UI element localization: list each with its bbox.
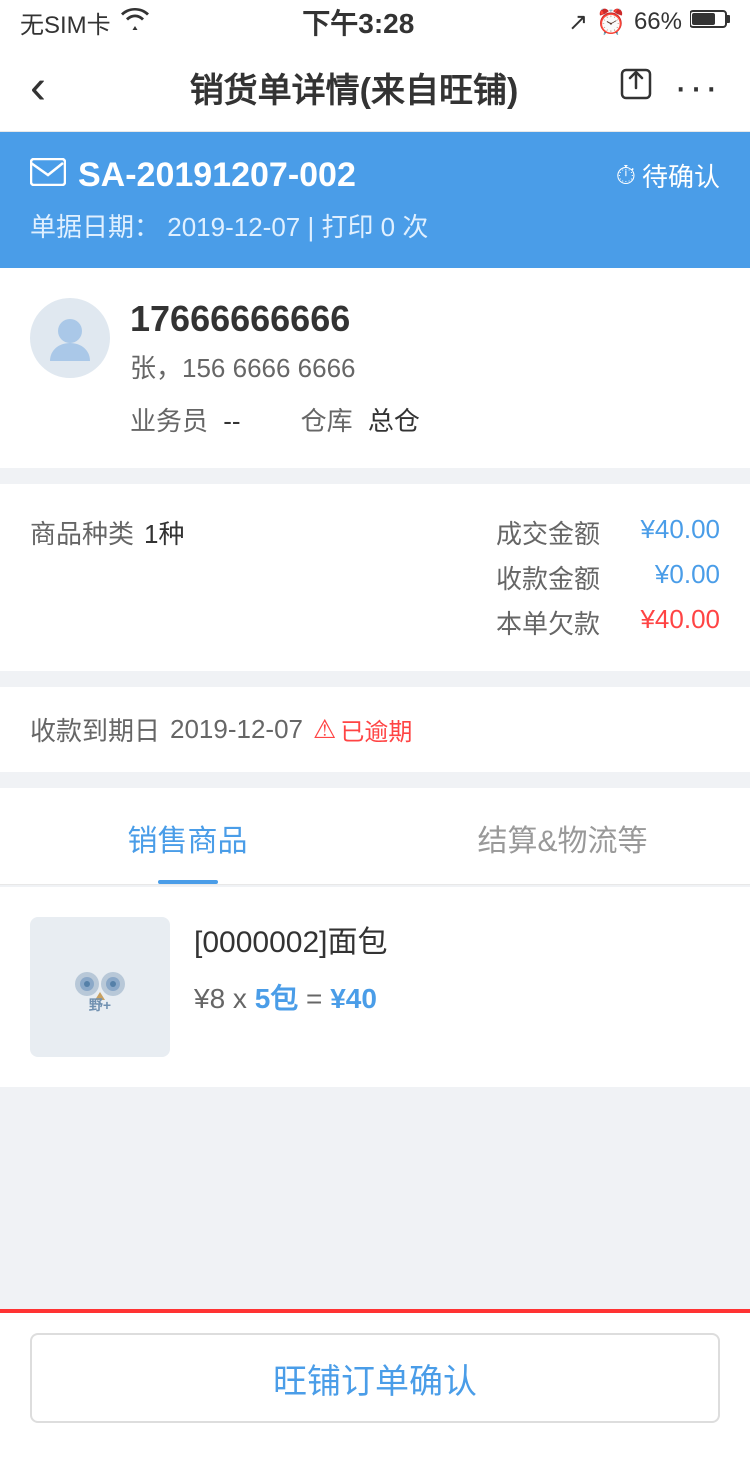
customer-name: 张，156 6666 6666 [130, 348, 720, 385]
customer-meta: 业务员 -- 仓库 总仓 [130, 401, 720, 438]
transaction-amount-row: 成交金额 ¥40.00 [496, 514, 720, 551]
confirm-order-button[interactable]: 旺铺订单确认 [30, 1333, 720, 1423]
due-date-value: 2019-12-07 [170, 714, 303, 745]
status-bar-left: 无SIM卡 [20, 5, 149, 40]
product-item: 野+ [0000002]面包 ¥8 x 5包 = ¥40 [30, 917, 720, 1057]
order-banner: SA-20191207-002 ⏱ 待确认 单据日期： 2019-12-07 |… [0, 132, 750, 268]
summary-section: 商品种类 1种 成交金额 ¥40.00 收款金额 ¥0.00 本单欠款 ¥40.… [0, 484, 750, 671]
alarm-icon: ⏰ [596, 8, 626, 37]
status-bar-time: 下午3:28 [302, 2, 414, 42]
transaction-value: ¥40.00 [620, 514, 720, 551]
warehouse-meta: 仓库 总仓 [301, 401, 420, 438]
equal-sign: = [298, 983, 330, 1014]
product-thumbnail: 野+ [30, 917, 170, 1057]
order-status: ⏱ 待确认 [616, 157, 720, 194]
sales-value: -- [223, 406, 240, 436]
date-label: 单据日期： [30, 212, 160, 242]
overdue-text: 已逾期 [340, 712, 412, 747]
payment-label: 收款金额 [496, 559, 600, 596]
back-button[interactable]: ‹ [30, 60, 90, 115]
wifi-icon [121, 8, 149, 37]
customer-section: 17666666666 张，156 6666 6666 业务员 -- 仓库 总仓 [0, 268, 750, 468]
quantity-value: 5包 [255, 983, 299, 1014]
price-total: ¥40 [330, 983, 377, 1014]
status-bar: 无SIM卡 下午3:28 ↗ ⏰ 66% [0, 0, 750, 44]
product-info: [0000002]面包 ¥8 x 5包 = ¥40 [194, 917, 720, 1017]
customer-phone: 17666666666 [130, 298, 720, 340]
clock-icon: ⏱ [616, 160, 636, 192]
sales-meta: 业务员 -- [130, 401, 241, 438]
tab-products-label: 销售商品 [128, 825, 248, 858]
amounts-section: 成交金额 ¥40.00 收款金额 ¥0.00 本单欠款 ¥40.00 [496, 514, 720, 641]
battery-text: 66% [634, 8, 682, 36]
payment-amount-row: 收款金额 ¥0.00 [496, 559, 720, 596]
warning-icon: ⚠ [313, 714, 336, 745]
category-info: 商品种类 1种 [30, 514, 184, 551]
debt-label: 本单欠款 [496, 604, 600, 641]
bottom-spacer [0, 1089, 750, 1309]
due-date-section: 收款到期日 2019-12-07 ⚠ 已逾期 [0, 687, 750, 772]
payment-value: ¥0.00 [620, 559, 720, 596]
order-id-text: SA-20191207-002 [78, 156, 356, 195]
customer-row: 17666666666 张，156 6666 6666 业务员 -- 仓库 总仓 [30, 298, 720, 438]
battery-icon [690, 8, 730, 36]
mail-icon [30, 156, 66, 195]
product-name: [0000002]面包 [194, 917, 720, 961]
tab-products[interactable]: 销售商品 [0, 788, 375, 884]
status-text: 待确认 [642, 157, 720, 194]
more-button[interactable]: ··· [674, 65, 720, 110]
category-label: 商品种类 [30, 514, 134, 551]
product-section: 野+ [0000002]面包 ¥8 x 5包 = ¥40 [0, 887, 750, 1087]
sales-label: 业务员 [130, 406, 208, 436]
overdue-badge: ⚠ 已逾期 [313, 712, 412, 747]
tab-settlement[interactable]: 结算&物流等 [375, 788, 750, 884]
tabs-section: 销售商品 结算&物流等 [0, 788, 750, 885]
print-info: | 打印 0 次 [307, 212, 428, 242]
transaction-label: 成交金额 [496, 514, 600, 551]
status-bar-right: ↗ ⏰ 66% [568, 8, 730, 37]
nav-bar: ‹ 销货单详情(来自旺铺) ··· [0, 44, 750, 132]
page-title: 销货单详情(来自旺铺) [190, 63, 519, 112]
share-button[interactable] [618, 66, 654, 110]
due-date-label: 收款到期日 [30, 711, 160, 748]
category-value: 1种 [144, 514, 184, 551]
tab-settlement-label: 结算&物流等 [477, 825, 647, 858]
order-date-value: 2019-12-07 [167, 212, 300, 242]
nav-actions: ··· [618, 65, 720, 110]
order-id: SA-20191207-002 [30, 156, 356, 195]
warehouse-label: 仓库 [301, 406, 353, 436]
customer-info: 17666666666 张，156 6666 6666 业务员 -- 仓库 总仓 [130, 298, 720, 438]
debt-amount-row: 本单欠款 ¥40.00 [496, 604, 720, 641]
location-icon: ↗ [568, 8, 588, 37]
avatar [30, 298, 110, 378]
price-text: ¥8 x [194, 983, 255, 1014]
tabs-header: 销售商品 结算&物流等 [0, 788, 750, 885]
svg-text:野+: 野+ [89, 997, 111, 1012]
debt-value: ¥40.00 [620, 604, 720, 641]
summary-row: 商品种类 1种 成交金额 ¥40.00 收款金额 ¥0.00 本单欠款 ¥40.… [30, 514, 720, 641]
order-date-row: 单据日期： 2019-12-07 | 打印 0 次 [30, 207, 720, 244]
product-price: ¥8 x 5包 = ¥40 [194, 977, 720, 1017]
warehouse-value: 总仓 [368, 406, 420, 436]
carrier-text: 无SIM卡 [20, 5, 111, 40]
